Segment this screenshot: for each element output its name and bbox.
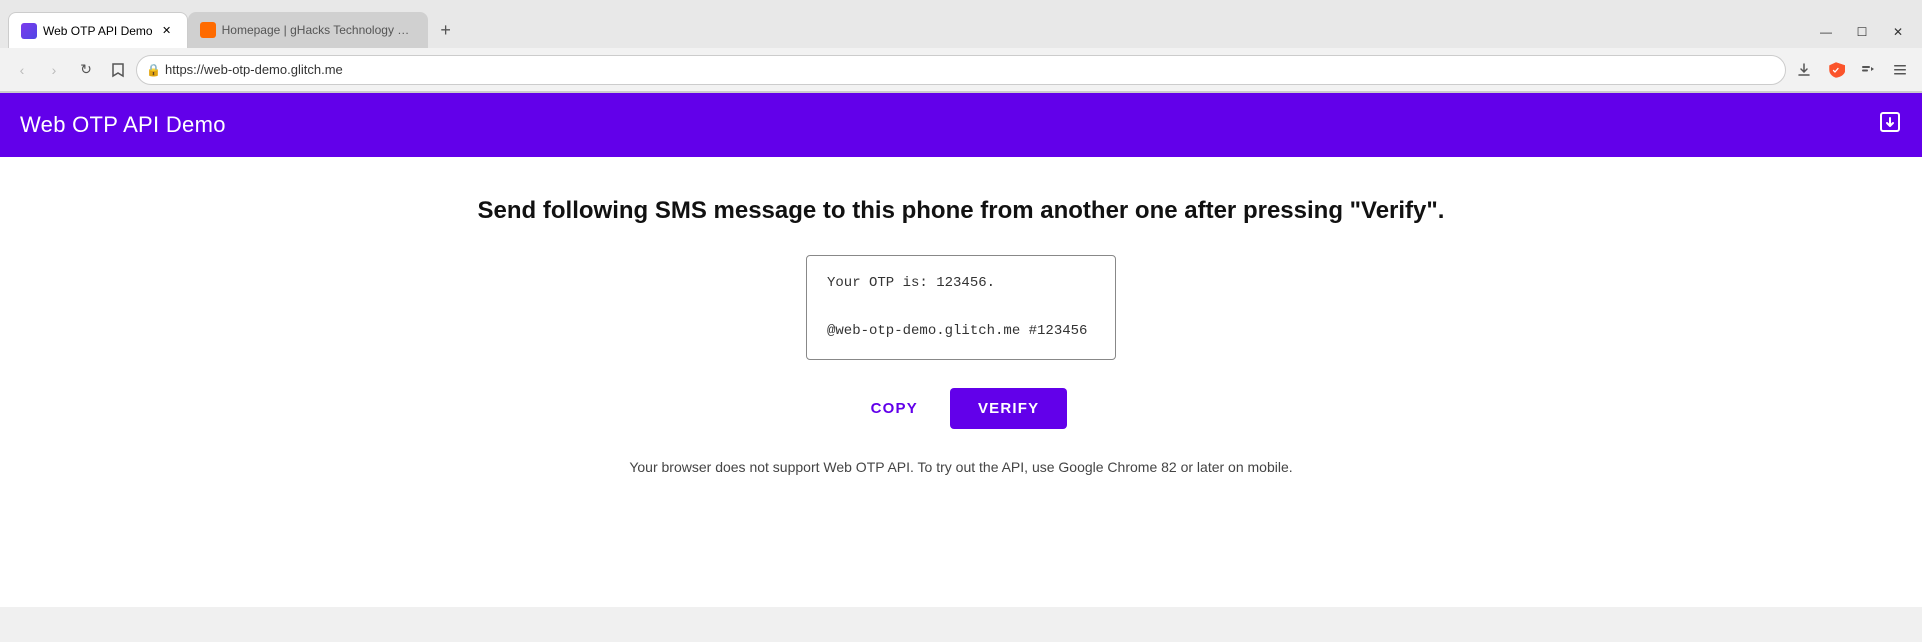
address-wrapper: 🔒 — [136, 55, 1786, 85]
sms-line2: @web-otp-demo.glitch.me #123456 — [827, 320, 1095, 344]
new-tab-button[interactable]: + — [432, 16, 460, 44]
support-notice: Your browser does not support Web OTP AP… — [629, 457, 1292, 478]
browser-chrome: Web OTP API Demo ✕ Homepage | gHacks Tec… — [0, 0, 1922, 93]
download-button[interactable] — [1790, 56, 1818, 84]
forward-button[interactable]: › — [40, 56, 68, 84]
app-header: Web OTP API Demo — [0, 93, 1922, 157]
brave-shield-button[interactable] — [1822, 56, 1850, 84]
brave-shield-icon — [1827, 61, 1845, 79]
maximize-button[interactable]: ☐ — [1846, 20, 1878, 44]
tab-bar: Web OTP API Demo ✕ Homepage | gHacks Tec… — [0, 0, 1922, 48]
reload-button[interactable]: ↻ — [72, 56, 100, 84]
copy-button[interactable]: COPY — [855, 390, 934, 427]
page-content: Send following SMS message to this phone… — [0, 157, 1922, 607]
media-button[interactable] — [1854, 56, 1882, 84]
window-controls: — ☐ ✕ — [1810, 20, 1914, 44]
tab-ghacks-favicon — [200, 22, 216, 38]
sms-line1: Your OTP is: 123456. — [827, 272, 1095, 296]
media-icon — [1860, 62, 1876, 78]
toolbar-right — [1790, 56, 1914, 84]
install-app-icon — [1878, 110, 1902, 134]
tab-otp-close[interactable]: ✕ — [159, 23, 175, 39]
tab-otp-favicon — [21, 23, 37, 39]
address-input[interactable] — [136, 55, 1786, 85]
back-button[interactable]: ‹ — [8, 56, 36, 84]
app-title: Web OTP API Demo — [20, 112, 226, 138]
page-heading: Send following SMS message to this phone… — [478, 197, 1445, 225]
bookmark-icon — [110, 62, 126, 78]
menu-icon — [1892, 62, 1908, 78]
tab-ghacks[interactable]: Homepage | gHacks Technology News — [188, 12, 428, 48]
download-icon — [1796, 62, 1812, 78]
bookmark-button[interactable] — [104, 56, 132, 84]
tab-otp-label: Web OTP API Demo — [43, 24, 153, 38]
address-bar-row: ‹ › ↻ 🔒 — [0, 48, 1922, 92]
tab-otp[interactable]: Web OTP API Demo ✕ — [8, 12, 188, 48]
action-buttons: COPY VERIFY — [855, 388, 1068, 429]
install-icon[interactable] — [1878, 110, 1902, 140]
minimize-button[interactable]: — — [1810, 20, 1842, 44]
menu-button[interactable] — [1886, 56, 1914, 84]
close-button[interactable]: ✕ — [1882, 20, 1914, 44]
verify-button[interactable]: VERIFY — [950, 388, 1067, 429]
sms-message-box: Your OTP is: 123456. @web-otp-demo.glitc… — [806, 255, 1116, 360]
tab-ghacks-label: Homepage | gHacks Technology News — [222, 23, 416, 37]
